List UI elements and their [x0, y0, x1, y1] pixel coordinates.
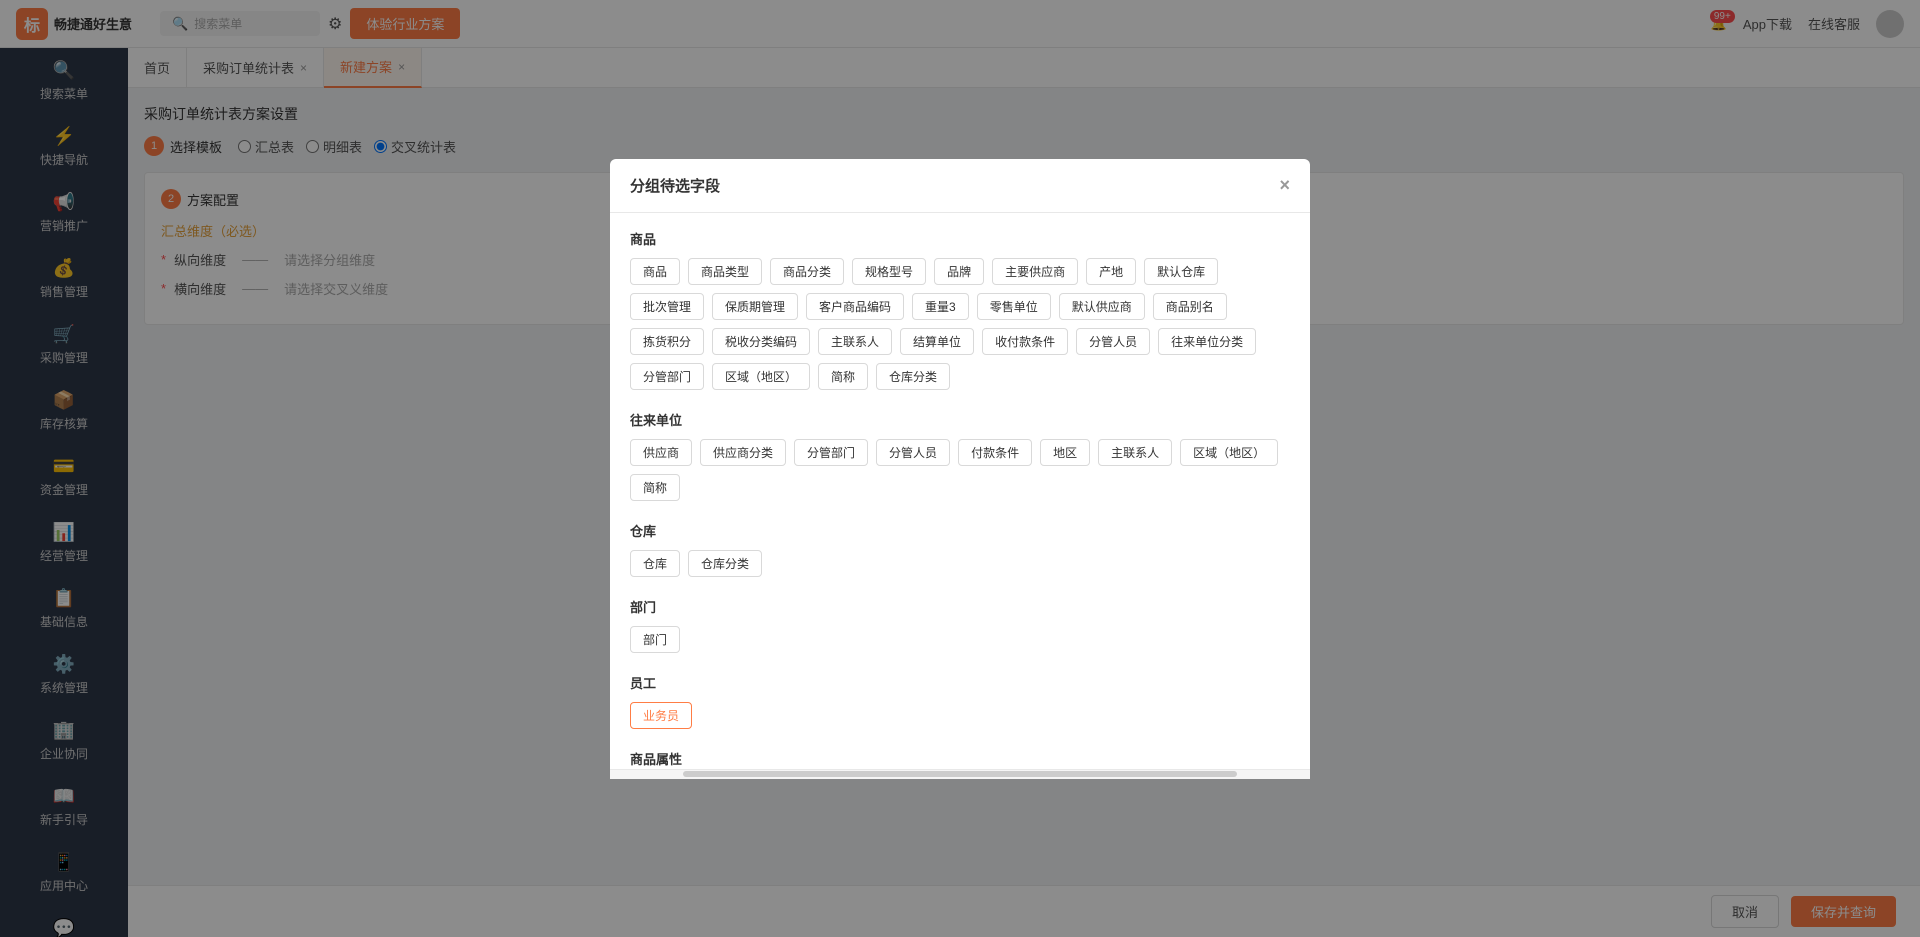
section-employee: 员工 业务员 — [630, 673, 1290, 729]
horizontal-scrollbar[interactable] — [610, 769, 1310, 779]
section-warehouse-tags: 仓库 仓库分类 — [630, 550, 1290, 577]
section-warehouse: 仓库 仓库 仓库分类 — [630, 521, 1290, 577]
field-tag[interactable]: 部门 — [630, 626, 680, 653]
field-tag[interactable]: 默认供应商 — [1059, 293, 1145, 320]
section-department-tags: 部门 — [630, 626, 1290, 653]
field-tag[interactable]: 地区 — [1040, 439, 1090, 466]
field-tag[interactable]: 往来单位分类 — [1158, 328, 1256, 355]
section-department-title: 部门 — [630, 597, 1290, 616]
field-tag[interactable]: 区域（地区） — [1180, 439, 1278, 466]
field-tag[interactable]: 客户商品编码 — [806, 293, 904, 320]
field-tag[interactable]: 商品 — [630, 258, 680, 285]
field-tag[interactable]: 分管人员 — [876, 439, 950, 466]
field-tag[interactable]: 主联系人 — [1098, 439, 1172, 466]
field-tag[interactable]: 分管部门 — [794, 439, 868, 466]
field-tag[interactable]: 分管人员 — [1076, 328, 1150, 355]
section-employee-title: 员工 — [630, 673, 1290, 692]
field-tag[interactable]: 默认仓库 — [1144, 258, 1218, 285]
section-product-title: 商品 — [630, 229, 1290, 248]
field-tag[interactable]: 产地 — [1086, 258, 1136, 285]
modal-overlay: 分组待选字段 × 商品 商品 商品类型 商品分类 规格型号 品牌 主要供应商 产… — [0, 0, 1920, 937]
section-warehouse-title: 仓库 — [630, 521, 1290, 540]
section-product-tags: 商品 商品类型 商品分类 规格型号 品牌 主要供应商 产地 默认仓库 批次管理 … — [630, 258, 1290, 390]
field-tag[interactable]: 仓库分类 — [876, 363, 950, 390]
field-tag[interactable]: 拣货积分 — [630, 328, 704, 355]
field-tag[interactable]: 供应商分类 — [700, 439, 786, 466]
field-tag[interactable]: 商品分类 — [770, 258, 844, 285]
field-tag[interactable]: 仓库 — [630, 550, 680, 577]
field-tag[interactable]: 结算单位 — [900, 328, 974, 355]
section-product-attr-title: 商品属性 — [630, 749, 1290, 768]
field-tag[interactable]: 收付款条件 — [982, 328, 1068, 355]
field-tag[interactable]: 批次管理 — [630, 293, 704, 320]
field-tag[interactable]: 品牌 — [934, 258, 984, 285]
field-tag[interactable]: 零售单位 — [977, 293, 1051, 320]
field-tag[interactable]: 税收分类编码 — [712, 328, 810, 355]
section-product-attr: 商品属性 属性 颜色 多规格 尺码 鞋码 1 — [630, 749, 1290, 769]
modal-title: 分组待选字段 — [630, 175, 720, 196]
modal-header: 分组待选字段 × — [610, 159, 1310, 213]
field-tag[interactable]: 商品类型 — [688, 258, 762, 285]
section-counterpart-tags: 供应商 供应商分类 分管部门 分管人员 付款条件 地区 主联系人 区域（地区） … — [630, 439, 1290, 501]
modal-close-btn[interactable]: × — [1279, 175, 1290, 196]
field-tag[interactable]: 主联系人 — [818, 328, 892, 355]
section-employee-tags: 业务员 — [630, 702, 1290, 729]
field-tag[interactable]: 区域（地区） — [712, 363, 810, 390]
field-tag[interactable]: 简称 — [818, 363, 868, 390]
field-tag[interactable]: 保质期管理 — [712, 293, 798, 320]
field-tag[interactable]: 仓库分类 — [688, 550, 762, 577]
field-tag[interactable]: 重量3 — [912, 293, 969, 320]
section-counterpart: 往来单位 供应商 供应商分类 分管部门 分管人员 付款条件 地区 主联系人 区域… — [630, 410, 1290, 501]
section-product: 商品 商品 商品类型 商品分类 规格型号 品牌 主要供应商 产地 默认仓库 批次… — [630, 229, 1290, 390]
modal-body: 商品 商品 商品类型 商品分类 规格型号 品牌 主要供应商 产地 默认仓库 批次… — [610, 213, 1310, 769]
field-tag[interactable]: 简称 — [630, 474, 680, 501]
field-tag[interactable]: 付款条件 — [958, 439, 1032, 466]
field-tag[interactable]: 分管部门 — [630, 363, 704, 390]
field-tag[interactable]: 商品别名 — [1153, 293, 1227, 320]
field-tag[interactable]: 规格型号 — [852, 258, 926, 285]
modal: 分组待选字段 × 商品 商品 商品类型 商品分类 规格型号 品牌 主要供应商 产… — [610, 159, 1310, 779]
field-tag[interactable]: 业务员 — [630, 702, 692, 729]
field-tag[interactable]: 主要供应商 — [992, 258, 1078, 285]
section-counterpart-title: 往来单位 — [630, 410, 1290, 429]
field-tag[interactable]: 供应商 — [630, 439, 692, 466]
section-department: 部门 部门 — [630, 597, 1290, 653]
